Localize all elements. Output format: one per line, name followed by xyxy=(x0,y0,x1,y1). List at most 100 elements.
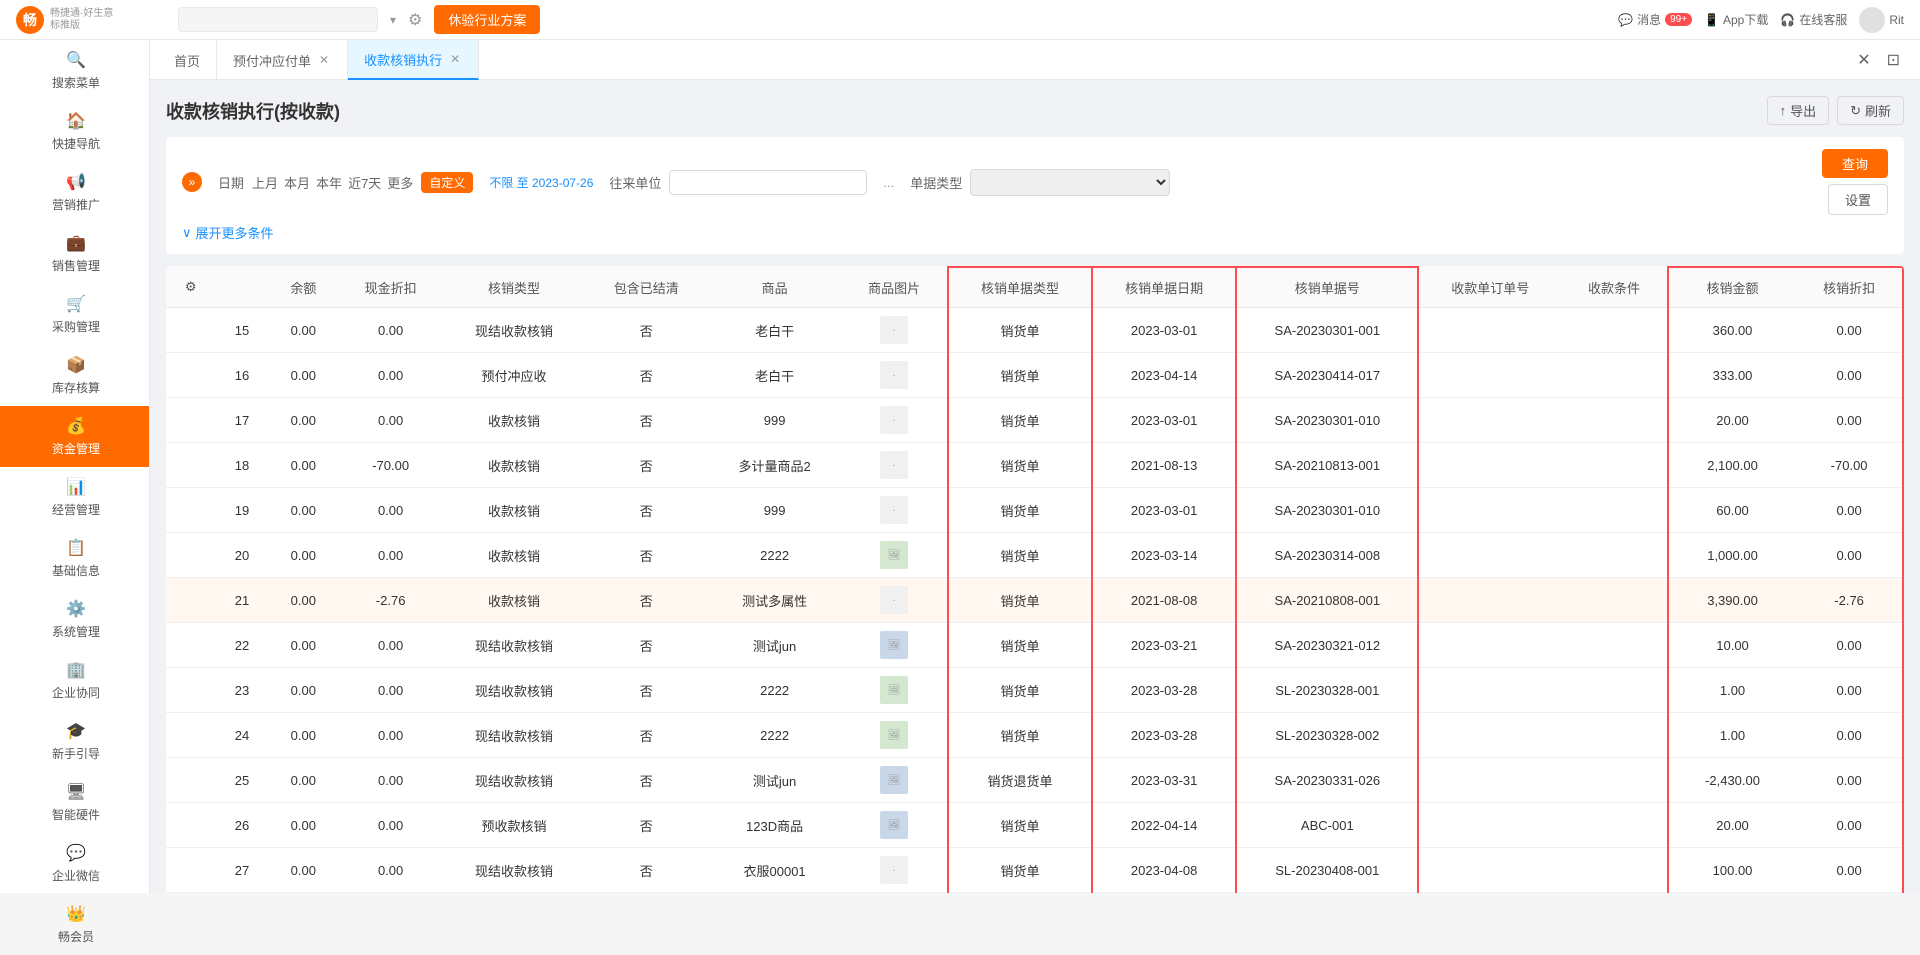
cell-cash_discount: -2.76 xyxy=(338,578,443,623)
cell-cancel_amount: 3,390.00 xyxy=(1668,578,1796,623)
sidebar-item-member[interactable]: 👑畅会员 xyxy=(0,894,149,955)
cell-product: 2222 xyxy=(708,713,841,758)
product-thumbnail: · xyxy=(880,451,908,479)
cell-balance: 0.00 xyxy=(269,308,338,353)
sidebar-item-system[interactable]: ⚙️系统管理 xyxy=(0,589,149,650)
sidebar-item-operation[interactable]: 📊经营管理 xyxy=(0,467,149,528)
guide-icon: 🎓 xyxy=(66,721,86,741)
expand-more-conditions-button[interactable]: ∨ 展开更多条件 xyxy=(182,223,1888,242)
sidebar-item-sales[interactable]: 💼销售管理 xyxy=(0,223,149,284)
cell-cancel_doc_no[interactable]: SA-20210813-001 xyxy=(1236,443,1418,488)
sidebar-item-purchase[interactable]: 🛒采购管理 xyxy=(0,284,149,345)
cell-receipt_condition xyxy=(1561,443,1668,488)
table-container: ⚙余额现金折扣核销类型包含已结清商品商品图片核销单据类型核销单据日期核销单据号收… xyxy=(166,266,1904,893)
tab-receipt-cancel[interactable]: 收款核销执行✕ xyxy=(348,40,479,80)
quick-nav-icon: 🏠 xyxy=(66,111,86,131)
th-cancel_doc_date: 核销单据日期 xyxy=(1092,267,1236,308)
cell-seq: 24 xyxy=(215,713,268,758)
online-service-item[interactable]: 🎧 在线客服 xyxy=(1780,11,1847,28)
tab-close-prepay[interactable]: ✕ xyxy=(317,51,331,69)
doc-type-select[interactable] xyxy=(970,169,1170,196)
cell-cancel_doc_date: 2023-04-14 xyxy=(1092,353,1236,398)
sidebar-item-label: 基础信息 xyxy=(52,562,100,579)
filter-date-this-month[interactable]: 本月 xyxy=(284,173,310,192)
cell-receipt_condition xyxy=(1561,713,1668,758)
product-thumbnail: · xyxy=(880,586,908,614)
th-cancel_doc_type: 核销单据类型 xyxy=(948,267,1092,308)
table-header-row: ⚙余额现金折扣核销类型包含已结清商品商品图片核销单据类型核销单据日期核销单据号收… xyxy=(166,267,1903,308)
dropdown-arrow-icon[interactable]: ▾ xyxy=(390,13,396,27)
filter-date-this-year[interactable]: 本年 xyxy=(316,173,342,192)
cell-cancel_discount: 0.00 xyxy=(1796,623,1903,668)
sidebar-item-enterprise[interactable]: 🏢企业协同 xyxy=(0,650,149,711)
th-product: 商品 xyxy=(708,267,841,308)
column-settings-gear-icon[interactable]: ⚙ xyxy=(185,279,197,294)
top-search-input[interactable] xyxy=(178,7,378,32)
cell-balance: 0.00 xyxy=(269,803,338,848)
filter-date-last-month[interactable]: 上月 xyxy=(252,173,278,192)
filter-collapse-button[interactable]: » xyxy=(182,172,202,192)
cell-cash_discount: 0.00 xyxy=(338,668,443,713)
cell-product: 老白干 xyxy=(708,353,841,398)
cell-cancel_doc_no[interactable]: SA-20230321-012 xyxy=(1236,623,1418,668)
query-button[interactable]: 查询 xyxy=(1822,149,1888,178)
cell-cancel_amount: 20.00 xyxy=(1668,803,1796,848)
settings-icon[interactable]: ⚙ xyxy=(408,10,422,30)
cell-settings xyxy=(166,623,215,668)
cell-balance: 0.00 xyxy=(269,443,338,488)
cell-cancel_type: 预收款核销 xyxy=(443,803,584,848)
cell-cancel_doc_no[interactable]: SA-20210808-001 xyxy=(1236,578,1418,623)
restore-tab-button[interactable]: ⊡ xyxy=(1883,46,1904,74)
filter-date-custom-button[interactable]: 自定义 xyxy=(421,172,473,193)
cell-product_img: · xyxy=(841,578,948,623)
cell-cancel_doc_no[interactable]: SL-20230328-001 xyxy=(1236,668,1418,713)
product-thumbnail: · xyxy=(880,856,908,884)
filter-date-more[interactable]: 更多 xyxy=(387,173,413,192)
app-download-item[interactable]: 📱 App下载 xyxy=(1704,11,1768,28)
refresh-button[interactable]: ↻ 刷新 xyxy=(1837,96,1904,125)
sidebar-item-marketing[interactable]: 📢营销推广 xyxy=(0,162,149,223)
sidebar-item-quick-nav[interactable]: 🏠快捷导航 xyxy=(0,101,149,162)
from-unit-input[interactable] xyxy=(669,170,867,195)
filter-settings-button[interactable]: 设置 xyxy=(1828,184,1888,215)
sidebar-item-funds[interactable]: 💰资金管理 xyxy=(0,406,149,467)
avatar xyxy=(1859,7,1885,33)
sidebar-item-guide[interactable]: 🎓新手引导 xyxy=(0,711,149,772)
cell-cancel_type: 收款核销 xyxy=(443,533,584,578)
cell-cancel_doc_no[interactable]: SA-20230414-017 xyxy=(1236,353,1418,398)
sidebar-item-wechat[interactable]: 💬企业微信 xyxy=(0,833,149,894)
sidebar-item-smart-hw[interactable]: 🖥智能硬件 xyxy=(0,772,149,833)
user-profile-item[interactable]: Rit xyxy=(1859,7,1904,33)
cell-cancel_doc_no[interactable]: SA-20230301-001 xyxy=(1236,308,1418,353)
cell-cancel_doc_no[interactable]: SA-20230314-008 xyxy=(1236,533,1418,578)
cell-cancel_doc_no[interactable]: SA-20230331-026 xyxy=(1236,758,1418,803)
cell-receipt_condition xyxy=(1561,758,1668,803)
sidebar-item-inventory[interactable]: 📦库存核算 xyxy=(0,345,149,406)
sidebar-item-basic-info[interactable]: 📋基础信息 xyxy=(0,528,149,589)
cell-cancel_doc_no[interactable]: SA-20230301-010 xyxy=(1236,398,1418,443)
filter-separator: ... xyxy=(883,175,894,190)
cell-cancel_doc_no[interactable]: SA-20230301-010 xyxy=(1236,488,1418,533)
th-settings[interactable]: ⚙ xyxy=(166,267,215,308)
close-tab-button[interactable]: ✕ xyxy=(1853,46,1874,74)
export-button[interactable]: ↑ 导出 xyxy=(1767,96,1830,125)
tab-close-receipt-cancel[interactable]: ✕ xyxy=(448,50,462,68)
cell-cancel_amount: 20.00 xyxy=(1668,398,1796,443)
table-row: 170.000.00收款核销否999·销货单2023-03-01SA-20230… xyxy=(166,398,1903,443)
cell-cancel_doc_no[interactable]: ABC-001 xyxy=(1236,803,1418,848)
cell-include_settled: 否 xyxy=(585,623,708,668)
tab-home[interactable]: 首页 xyxy=(158,40,217,80)
wechat-icon: 💬 xyxy=(66,843,86,863)
cell-receipt_order_no xyxy=(1418,443,1561,488)
message-icon-item[interactable]: 💬 消息 99+ xyxy=(1618,11,1692,28)
cell-cancel_discount: 0.00 xyxy=(1796,848,1903,893)
cell-cancel_doc_no[interactable]: SL-20230328-002 xyxy=(1236,713,1418,758)
cell-cancel_discount: -2.76 xyxy=(1796,578,1903,623)
cell-seq: 16 xyxy=(215,353,268,398)
industry-solution-button[interactable]: 休验行业方案 xyxy=(434,5,540,34)
cell-cancel_doc_type: 销货单 xyxy=(948,443,1092,488)
tab-prepay[interactable]: 预付冲应付单✕ xyxy=(217,40,348,80)
filter-date-7days[interactable]: 近7天 xyxy=(348,173,381,192)
sidebar-item-search-menu[interactable]: 🔍搜索菜单 xyxy=(0,40,149,101)
cell-cancel_doc_no[interactable]: SL-20230408-001 xyxy=(1236,848,1418,893)
